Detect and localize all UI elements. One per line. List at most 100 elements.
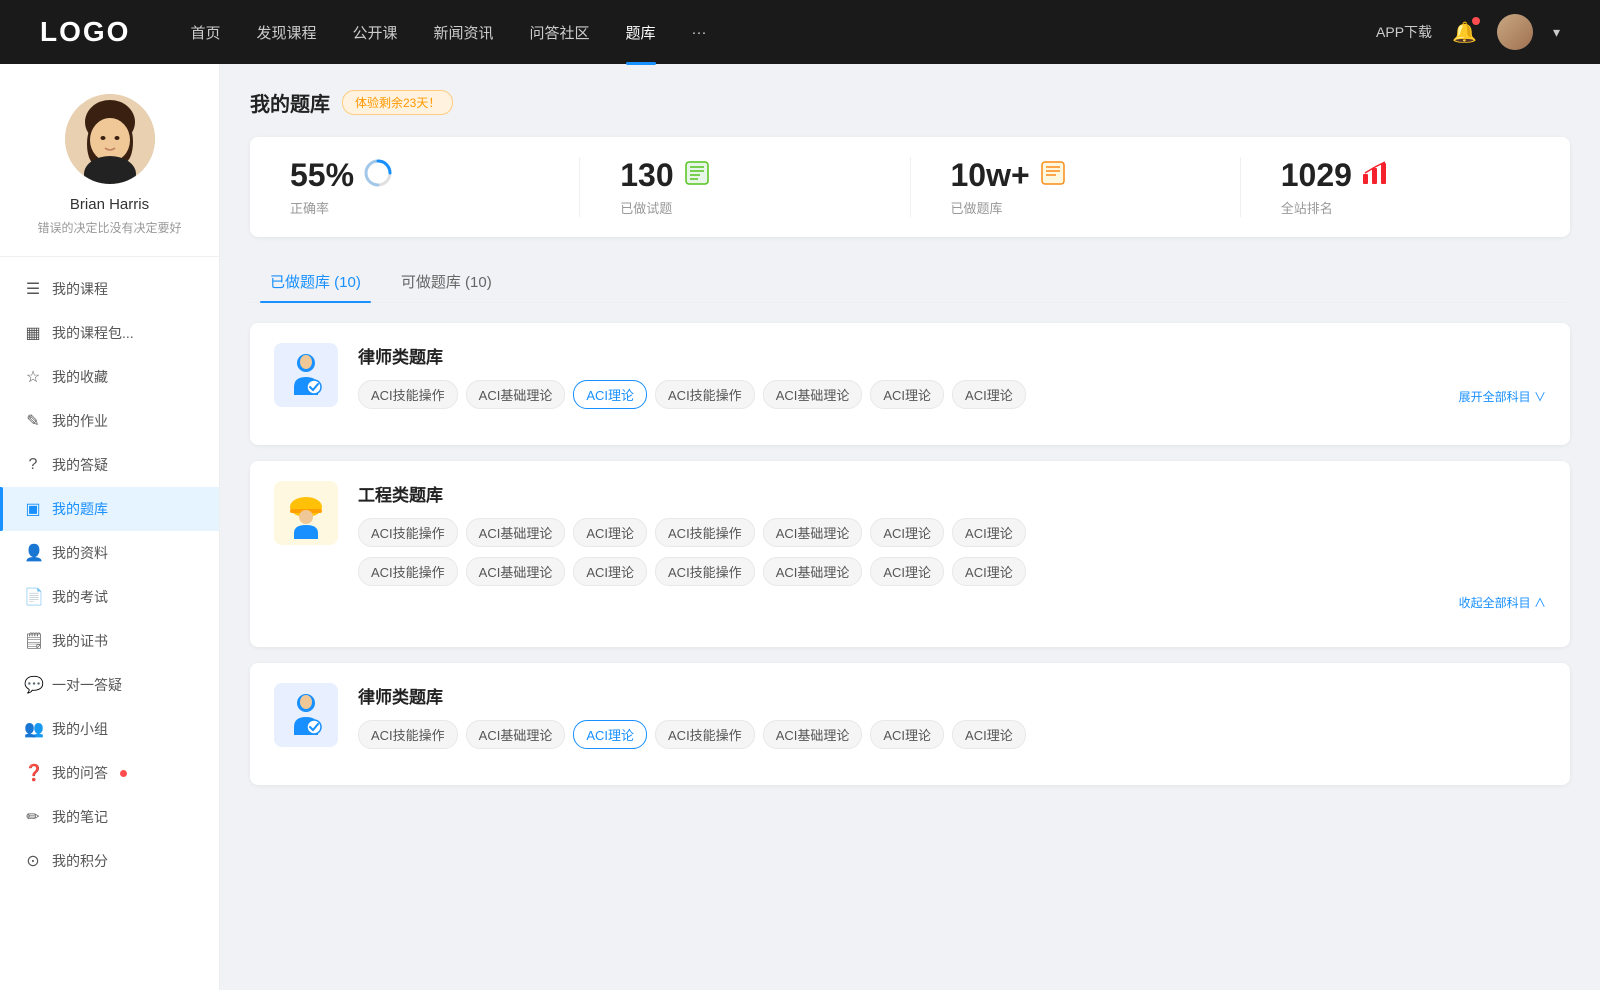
- accuracy-icon: [364, 159, 392, 193]
- tag[interactable]: ACI技能操作: [358, 380, 458, 409]
- sidebar-item-question-bank[interactable]: ▣ 我的题库: [0, 487, 219, 531]
- nav-more[interactable]: ···: [692, 24, 707, 41]
- sidebar-item-label: 我的课程包...: [52, 323, 134, 343]
- profile-avatar: [65, 94, 155, 184]
- sidebar-item-certificate[interactable]: 🗒 我的证书: [0, 619, 219, 663]
- packages-icon: ▦: [24, 323, 42, 343]
- sidebar-item-label: 我的笔记: [52, 807, 108, 827]
- sidebar-menu: ☰ 我的课程 ▦ 我的课程包... ☆ 我的收藏 ✎ 我的作业 ? 我的答疑 ▣…: [0, 267, 219, 883]
- sidebar-item-homework[interactable]: ✎ 我的作业: [0, 399, 219, 443]
- sidebar-item-exam[interactable]: 📄 我的考试: [0, 575, 219, 619]
- stat-accuracy-label: 正确率: [290, 198, 329, 217]
- stat-banks-label: 已做题库: [951, 198, 1003, 217]
- sidebar-item-profile[interactable]: 👤 我的资料: [0, 531, 219, 575]
- sidebar-item-label: 我的题库: [52, 499, 108, 519]
- bank-title-1: 律师类题库: [358, 343, 1546, 368]
- tag[interactable]: ACI基础理论: [466, 720, 566, 749]
- sidebar: Brian Harris 错误的决定比没有决定要好 ☰ 我的课程 ▦ 我的课程包…: [0, 64, 220, 990]
- stat-accuracy-value: 55%: [290, 157, 354, 194]
- tag[interactable]: ACI理论: [952, 720, 1026, 749]
- nav-home[interactable]: 首页: [190, 22, 220, 43]
- tag[interactable]: ACI基础理论: [763, 380, 863, 409]
- tag[interactable]: ACI技能操作: [655, 518, 755, 547]
- expand-button-1[interactable]: 展开全部科目 ∨: [1459, 384, 1546, 405]
- tag[interactable]: ACI理论: [870, 518, 944, 547]
- sidebar-item-questions[interactable]: ❓ 我的问答: [0, 751, 219, 795]
- sidebar-item-label: 我的资料: [52, 543, 108, 563]
- nav-news[interactable]: 新闻资讯: [434, 22, 494, 43]
- tag-active[interactable]: ACI理论: [573, 380, 647, 409]
- stat-accuracy: 55% 正确率: [250, 157, 580, 217]
- tag[interactable]: ACI技能操作: [358, 518, 458, 547]
- nav-questionbank[interactable]: 题库: [626, 22, 656, 43]
- sidebar-item-courses[interactable]: ☰ 我的课程: [0, 267, 219, 311]
- tag[interactable]: ACI技能操作: [358, 720, 458, 749]
- points-icon: ⊙: [24, 851, 42, 871]
- tag[interactable]: ACI基础理论: [466, 518, 566, 547]
- stat-rank-value: 1029: [1281, 157, 1352, 194]
- tag[interactable]: ACI理论: [952, 518, 1026, 547]
- nav-links: 首页 发现课程 公开课 新闻资讯 问答社区 题库 ···: [190, 22, 1376, 43]
- tag[interactable]: ACI技能操作: [655, 720, 755, 749]
- sidebar-item-my-qa[interactable]: ? 我的答疑: [0, 443, 219, 487]
- tag[interactable]: ACI理论: [952, 557, 1026, 586]
- tab-available-banks[interactable]: 可做题库 (10): [381, 261, 512, 302]
- tag[interactable]: ACI理论: [573, 557, 647, 586]
- user-name: Brian Harris: [70, 196, 149, 213]
- tag[interactable]: ACI基础理论: [466, 380, 566, 409]
- user-motto: 错误的决定比没有决定要好: [37, 219, 181, 236]
- sidebar-item-favorites[interactable]: ☆ 我的收藏: [0, 355, 219, 399]
- tag[interactable]: ACI技能操作: [655, 380, 755, 409]
- notification-bell[interactable]: 🔔: [1452, 20, 1477, 45]
- bank-lawyer-icon: [274, 343, 338, 407]
- sidebar-item-label: 我的证书: [52, 631, 108, 651]
- bank-title-2: 工程类题库: [358, 481, 1546, 506]
- sidebar-item-notes[interactable]: ✏ 我的笔记: [0, 795, 219, 839]
- tag[interactable]: ACI理论: [870, 720, 944, 749]
- tag[interactable]: ACI理论: [870, 380, 944, 409]
- tag[interactable]: ACI理论: [573, 518, 647, 547]
- tag[interactable]: ACI技能操作: [655, 557, 755, 586]
- collapse-text[interactable]: 收起全部科目 ∧: [1459, 594, 1546, 611]
- nav-right: APP下载 🔔 ▾: [1376, 14, 1560, 50]
- sidebar-item-label: 我的收藏: [52, 367, 108, 387]
- tags-row-2b: ACI技能操作 ACI基础理论 ACI理论 ACI技能操作 ACI基础理论 AC…: [358, 557, 1546, 586]
- logo: LOGO: [40, 16, 130, 48]
- sidebar-item-points[interactable]: ⊙ 我的积分: [0, 839, 219, 883]
- bank-card-lawyer-2: 律师类题库 ACI技能操作 ACI基础理论 ACI理论 ACI技能操作 ACI基…: [250, 663, 1570, 785]
- bank-title-3: 律师类题库: [358, 683, 1546, 708]
- nav-discover[interactable]: 发现课程: [256, 22, 316, 43]
- nav-opencourse[interactable]: 公开课: [352, 22, 397, 43]
- tag[interactable]: ACI理论: [952, 380, 1026, 409]
- qbank-icon: ▣: [24, 499, 42, 519]
- tab-done-banks[interactable]: 已做题库 (10): [250, 261, 381, 302]
- tab-bar: 已做题库 (10) 可做题库 (10): [250, 261, 1570, 303]
- favorites-icon: ☆: [24, 367, 42, 387]
- tag-active[interactable]: ACI理论: [573, 720, 647, 749]
- tag[interactable]: ACI基础理论: [466, 557, 566, 586]
- stat-rank: 1029 全站排名: [1241, 157, 1570, 217]
- user-avatar[interactable]: [1497, 14, 1533, 50]
- profile-icon: 👤: [24, 543, 42, 563]
- sidebar-item-tutor[interactable]: 💬 一对一答疑: [0, 663, 219, 707]
- tag[interactable]: ACI技能操作: [358, 557, 458, 586]
- tag[interactable]: ACI理论: [870, 557, 944, 586]
- tag[interactable]: ACI基础理论: [763, 720, 863, 749]
- page-layout: Brian Harris 错误的决定比没有决定要好 ☰ 我的课程 ▦ 我的课程包…: [0, 64, 1600, 990]
- app-download-btn[interactable]: APP下载: [1376, 22, 1432, 42]
- sidebar-item-label: 我的课程: [52, 279, 108, 299]
- user-menu-chevron[interactable]: ▾: [1553, 24, 1560, 41]
- courses-icon: ☰: [24, 279, 42, 299]
- done-icon: [684, 160, 710, 192]
- stat-done-label: 已做试题: [620, 198, 672, 217]
- sidebar-item-group[interactable]: 👥 我的小组: [0, 707, 219, 751]
- stat-done-questions: 130 已做试题: [580, 157, 910, 217]
- exam-icon: 📄: [24, 587, 42, 607]
- sidebar-item-label: 我的答疑: [52, 455, 108, 475]
- tag[interactable]: ACI基础理论: [763, 518, 863, 547]
- stat-done-value: 130: [620, 157, 673, 194]
- notes-icon: ✏: [24, 807, 42, 827]
- sidebar-item-course-packages[interactable]: ▦ 我的课程包...: [0, 311, 219, 355]
- nav-qa[interactable]: 问答社区: [530, 22, 590, 43]
- tag[interactable]: ACI基础理论: [763, 557, 863, 586]
